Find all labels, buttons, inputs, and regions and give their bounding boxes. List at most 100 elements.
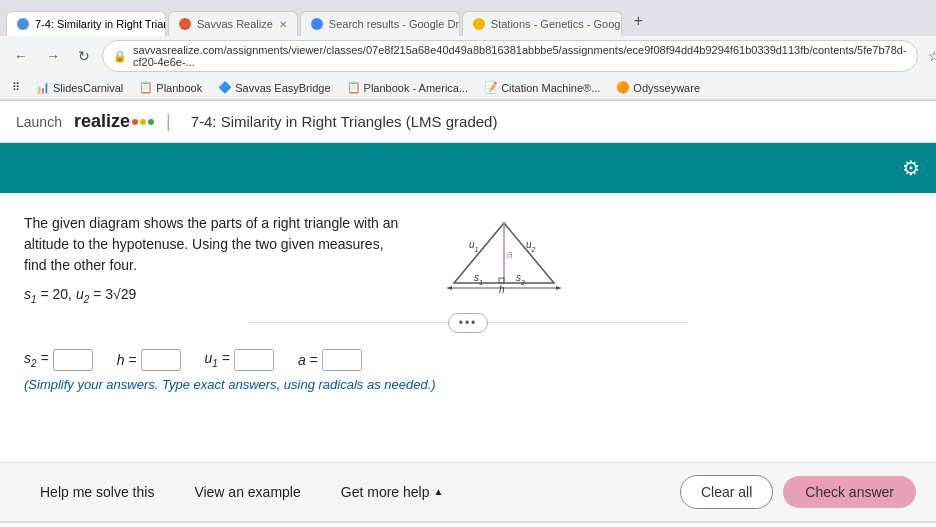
equals-2: = 3√29 [93,286,136,302]
browser-chrome: 7-4: Similarity in Right Triangles ✕ Sav… [0,0,936,101]
lock-icon: 🔒 [113,50,127,63]
svg-text:u1: u1 [469,239,479,253]
svg-marker-10 [446,286,452,290]
tab-favicon-4 [473,18,485,30]
tab-favicon-3 [311,18,323,30]
bookmark-label-6: Odysseyware [633,82,700,94]
tab-label-3: Search results - Google Drive [329,18,460,30]
logo-dots [132,119,154,125]
get-more-help-link[interactable]: Get more help ▲ [321,484,464,500]
tab-label: 7-4: Similarity in Right Triangles [35,18,166,30]
bookmark-planbook2[interactable]: 📋 Planbook - America... [343,79,473,96]
dot-1 [132,119,138,125]
tab-active[interactable]: 7-4: Similarity in Right Triangles ✕ [6,11,166,36]
given-measures: s1 = 20, u2 = 3√29 [24,286,404,305]
clear-all-button[interactable]: Clear all [680,475,773,509]
teal-banner: ⚙ [0,143,936,193]
help-bar: Help me solve this View an example Get m… [0,462,936,522]
address-bar[interactable]: 🔒 savvasrealize.com/assignments/viewer/c… [102,40,918,72]
dot-3 [148,119,154,125]
equals-1: = 20, [40,286,75,302]
bookmark-apps[interactable]: ⠿ [8,79,24,96]
bookmark-label-2: Planbook [156,82,202,94]
forward-nav-button[interactable]: → [40,44,66,68]
bookmark-icon-2: 📋 [139,81,153,94]
label-s2: s2 = [24,350,49,369]
address-text: savvasrealize.com/assignments/viewer/cla… [133,44,907,68]
answer-group-u1: u1 = [205,349,274,371]
divider-row: ••• [24,305,912,341]
tab-savvas[interactable]: Savvas Realize ✕ [168,11,298,36]
tab-label-2: Savvas Realize [197,18,273,30]
header-divider: | [166,111,171,132]
apps-icon: ⠿ [12,81,20,94]
bookmark-icon-6: 🟠 [616,81,630,94]
bookmark-easybridge[interactable]: 🔷 Savvas EasyBridge [214,79,334,96]
given-u2: u2 [76,286,89,302]
problem-description: The given diagram shows the parts of a r… [24,213,404,276]
help-me-solve-link[interactable]: Help me solve this [20,484,174,500]
bookmark-label-3: Savvas EasyBridge [235,82,330,94]
launch-label: Launch [16,114,62,130]
triangle-diagram: u1 u2 a s1 s2 h [444,213,564,296]
answer-group-h: h = [117,349,181,371]
tab-stations[interactable]: Stations - Genetics - Google Sli... ✕ [462,11,622,36]
app-header: Launch realize | 7-4: Similarity in Righ… [0,101,936,143]
problem-left: The given diagram shows the parts of a r… [24,213,404,305]
given-s1: s1 [24,286,37,302]
view-example-link[interactable]: View an example [174,484,320,500]
label-h: h = [117,352,137,368]
nav-bar: ← → ↻ 🔒 savvasrealize.com/assignments/vi… [0,36,936,76]
answer-group-s2: s2 = [24,349,93,371]
reload-button[interactable]: ↻ [72,44,96,68]
left-divider [248,322,448,323]
input-s2[interactable] [53,349,93,371]
bookmark-icon-5: 📝 [484,81,498,94]
bookmark-star-button[interactable]: ☆ [924,44,936,68]
triangle-svg: u1 u2 a s1 s2 h [444,213,564,293]
bottom-nav: Review Progress Question of 9 ◀ Back Nex… [0,522,936,527]
answer-group-a: a = [298,349,362,371]
bookmark-icon-1: 📊 [36,81,50,94]
realize-logo: realize [74,111,154,132]
hint-text: (Simplify your answers. Type exact answe… [24,377,912,392]
bookmark-citation[interactable]: 📝 Citation Machine®... [480,79,604,96]
label-a: a = [298,352,318,368]
bookmarks-bar: ⠿ 📊 SlidesCarnival 📋 Planbook 🔷 Savvas E… [0,76,936,100]
browser-nav-icons: ☆ 👤 🧩 ⋮ [924,44,936,68]
page-title: 7-4: Similarity in Right Triangles (LMS … [191,113,498,130]
bookmark-label-1: SlidesCarnival [53,82,123,94]
tab-favicon-2 [179,18,191,30]
expand-dots-button[interactable]: ••• [448,313,489,333]
tab-label-4: Stations - Genetics - Google Sli... [491,18,622,30]
bookmark-label-5: Citation Machine®... [501,82,600,94]
check-answer-button[interactable]: Check answer [783,476,916,508]
main-content: The given diagram shows the parts of a r… [0,193,936,402]
problem-row: The given diagram shows the parts of a r… [24,213,912,305]
input-u1[interactable] [234,349,274,371]
settings-gear-button[interactable]: ⚙ [902,156,920,180]
bookmark-icon-3: 🔷 [218,81,232,94]
answer-row: s2 = h = u1 = a = [24,349,912,371]
label-u1: u1 = [205,350,230,369]
tab-favicon [17,18,29,30]
chevron-down-icon: ▲ [433,486,443,497]
svg-marker-11 [556,286,562,290]
bookmark-slidescarnival[interactable]: 📊 SlidesCarnival [32,79,127,96]
new-tab-button[interactable]: + [624,6,653,36]
logo-text: realize [74,111,130,132]
svg-text:a: a [507,249,513,260]
tab-close-2[interactable]: ✕ [279,19,287,30]
bookmark-icon-4: 📋 [347,81,361,94]
get-more-help-text: Get more help [341,484,430,500]
back-nav-button[interactable]: ← [8,44,34,68]
bookmark-label-4: Planbook - America... [364,82,469,94]
tab-bar: 7-4: Similarity in Right Triangles ✕ Sav… [0,0,936,36]
dot-2 [140,119,146,125]
tab-google[interactable]: Search results - Google Drive ✕ [300,11,460,36]
bookmark-odyssey[interactable]: 🟠 Odysseyware [612,79,704,96]
input-h[interactable] [141,349,181,371]
input-a[interactable] [322,349,362,371]
bookmark-planbook[interactable]: 📋 Planbook [135,79,206,96]
right-divider [488,322,688,323]
